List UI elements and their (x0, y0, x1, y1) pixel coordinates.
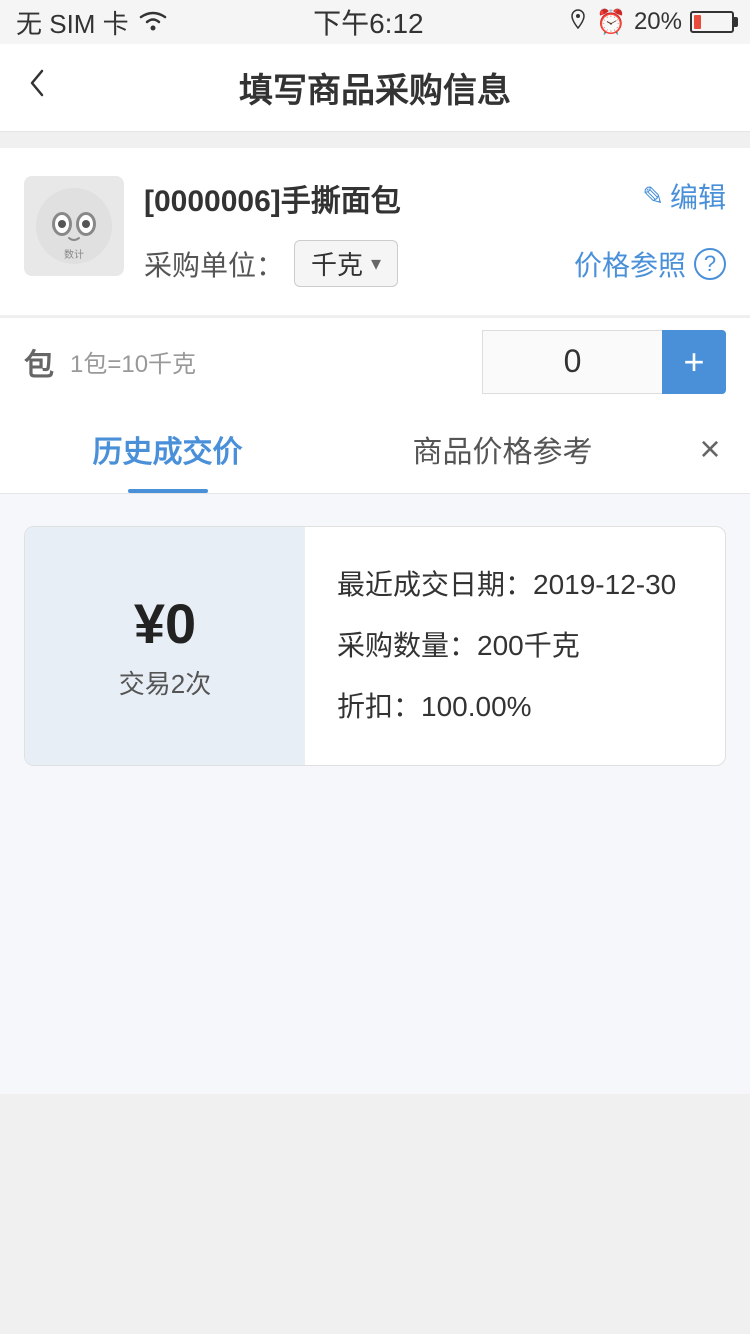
status-bar-right: ⏰ 20% (568, 8, 734, 37)
plus-icon: + (683, 341, 704, 383)
quantity-section: 包 1包=10千克 + (0, 317, 750, 405)
status-bar-time: 下午6:12 (313, 2, 424, 42)
history-price-value: ¥0 (134, 591, 196, 656)
content-area: ¥0 交易2次 最近成交日期：2019-12-30 采购数量：200千克 折扣：… (0, 494, 750, 1094)
wifi-icon (137, 7, 169, 38)
tab-active-indicator (128, 489, 208, 493)
product-info: [0000006]手撕面包 ✎ 编辑 采购单位： 千克 ▾ 价格参照 ? (144, 176, 726, 287)
quantity-input[interactable] (482, 330, 662, 394)
quantity-input-group: + (482, 330, 726, 394)
page-title: 填写商品采购信息 (239, 63, 511, 112)
tab-close-button[interactable]: × (670, 405, 750, 493)
back-button[interactable] (0, 61, 76, 114)
status-bar: 无 SIM 卡 下午6:12 ⏰ 20% (0, 0, 750, 44)
status-bar-left: 无 SIM 卡 (16, 4, 169, 41)
history-price-section: ¥0 交易2次 (25, 527, 305, 765)
product-name: [0000006]手撕面包 (144, 176, 642, 220)
history-card: ¥0 交易2次 最近成交日期：2019-12-30 采购数量：200千克 折扣：… (24, 526, 726, 766)
tab-history-label: 历史成交价 (93, 427, 243, 471)
unit-label-text: 采购单位： (144, 244, 284, 284)
battery-percent: 20% (634, 8, 682, 36)
quantity-label-group: 包 1包=10千克 (24, 340, 196, 384)
recent-date-value: 2019-12-30 (533, 569, 676, 600)
unit-select[interactable]: 千克 ▾ (294, 240, 398, 287)
tabs-row: 历史成交价 商品价格参考 × (0, 405, 750, 493)
network-label: 无 SIM 卡 (16, 4, 129, 41)
quantity-detail-value: 200千克 (477, 630, 580, 661)
history-transactions: 交易2次 (119, 664, 211, 701)
nav-bar: 填写商品采购信息 (0, 44, 750, 132)
svg-text:数计: 数计 (64, 248, 84, 261)
edit-button[interactable]: ✎ 编辑 (642, 176, 726, 216)
location-icon (568, 8, 588, 37)
battery-icon (690, 11, 734, 33)
discount-row: 折扣：100.00% (337, 685, 693, 730)
recent-date-label: 最近成交日期： (337, 569, 533, 600)
tabs-section: 历史成交价 商品价格参考 × (0, 405, 750, 494)
recent-date-row: 最近成交日期：2019-12-30 (337, 563, 693, 608)
product-section: 数计 [0000006]手撕面包 ✎ 编辑 采购单位： 千克 ▾ (0, 148, 750, 315)
discount-label: 折扣： (337, 691, 421, 722)
quantity-row: 采购数量：200千克 (337, 624, 693, 669)
close-icon: × (699, 428, 720, 470)
tab-price-reference[interactable]: 商品价格参考 (335, 405, 670, 493)
conversion-info: 1包=10千克 (70, 344, 196, 379)
unit-bag-icon: 包 (24, 340, 54, 384)
tab-history-price[interactable]: 历史成交价 (0, 405, 335, 493)
unit-label-group: 采购单位： 千克 ▾ (144, 240, 398, 287)
edit-label: 编辑 (670, 176, 726, 216)
price-reference-button[interactable]: 价格参照 ? (574, 244, 726, 284)
discount-value: 100.00% (421, 691, 532, 722)
clock-icon: ⏰ (596, 8, 626, 37)
product-image: 数计 (24, 176, 124, 276)
edit-icon: ✎ (642, 181, 664, 212)
quantity-plus-button[interactable]: + (662, 330, 726, 394)
info-circle-icon: ? (694, 248, 726, 280)
quantity-detail-label: 采购数量： (337, 630, 477, 661)
dropdown-arrow-icon: ▾ (371, 251, 381, 276)
tab-price-ref-label: 商品价格参考 (413, 427, 593, 471)
unit-value: 千克 (311, 245, 363, 282)
history-details-section: 最近成交日期：2019-12-30 采购数量：200千克 折扣：100.00% (305, 527, 725, 765)
price-ref-label: 价格参照 (574, 244, 686, 284)
